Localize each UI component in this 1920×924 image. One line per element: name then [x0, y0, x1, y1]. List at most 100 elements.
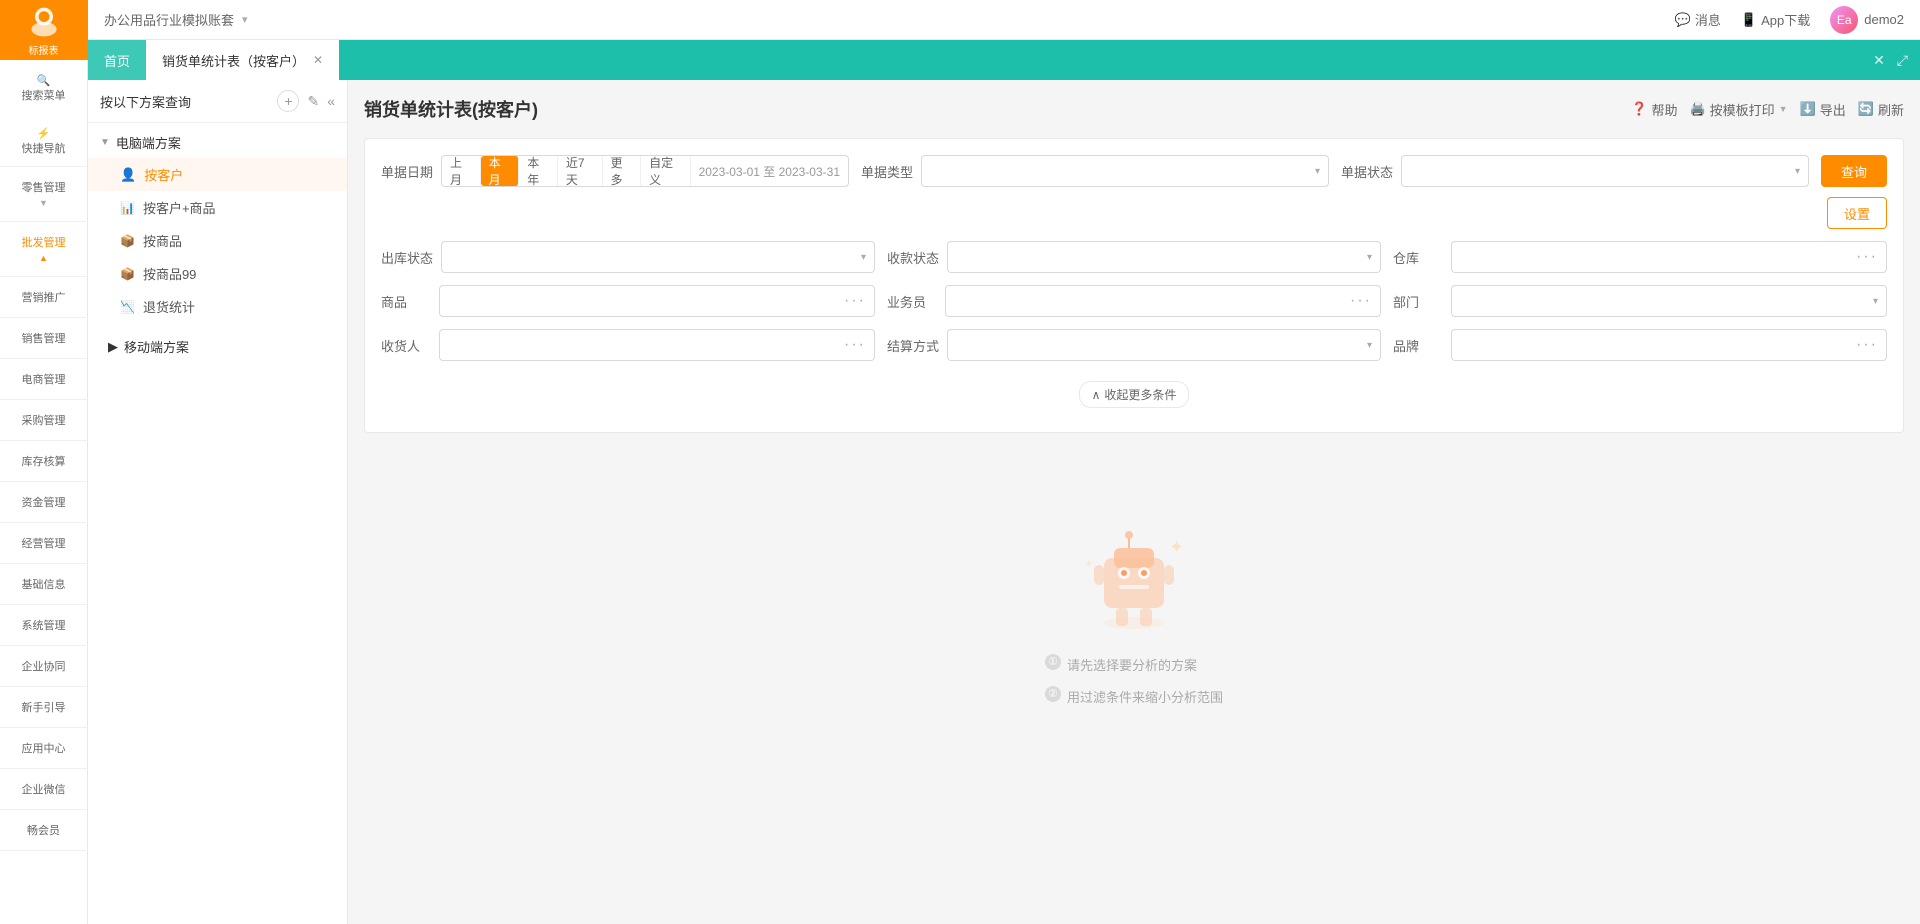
window-close-button[interactable]: ✕ [1873, 52, 1885, 69]
date-tab-custom[interactable]: 自定义 [641, 156, 690, 186]
scheme-item-by-customer[interactable]: 👤 按客户 [88, 158, 347, 191]
out-status-input[interactable]: ▾ [441, 241, 875, 273]
department-label: 部门 [1393, 292, 1443, 311]
sidebar-item-enterprise[interactable]: 企业协同 [0, 646, 88, 687]
refresh-button[interactable]: 🔄 刷新 [1858, 100, 1904, 119]
app-download-button[interactable]: 📱 App下载 [1741, 10, 1810, 29]
tab-home[interactable]: 首页 [88, 40, 146, 80]
date-tab-current-year[interactable]: 本年 [519, 156, 558, 186]
user-menu-button[interactable]: Ea demo2 [1830, 6, 1904, 34]
payment-method-chevron-icon: ▾ [1367, 340, 1372, 351]
sidebar-item-apps[interactable]: 应用中心 [0, 728, 88, 769]
tab-bar: 首页 销货单统计表（按客户） ✕ ✕ ⤢ [88, 40, 1920, 80]
query-button[interactable]: 查询 [1821, 155, 1887, 187]
tab-sales-report[interactable]: 销货单统计表（按客户） ✕ [146, 40, 339, 80]
warehouse-input[interactable]: ··· [1451, 241, 1887, 273]
date-tab-last-7[interactable]: 近7天 [558, 156, 603, 186]
scheme-group-mobile[interactable]: ▶ 移动端方案 [88, 331, 347, 362]
consignee-dots-icon: ··· [844, 336, 866, 354]
step-1-num: ① [1045, 654, 1061, 670]
warehouse-dots-icon: ··· [1856, 248, 1878, 266]
brand-input[interactable]: ··· [1451, 329, 1887, 361]
sidebar-item-system[interactable]: 系统管理 [0, 605, 88, 646]
product-99-icon: 📦 [120, 267, 135, 281]
message-button[interactable]: 💬 消息 [1675, 10, 1721, 29]
page-title-bar: 销货单统计表(按客户) ❓ 帮助 🖨️ 按模板打印 ▼ ⬇️ 导出 [364, 96, 1904, 122]
sidebar-item-marketing[interactable]: 营销推广 [0, 277, 88, 318]
print-icon: 🖨️ [1689, 101, 1705, 117]
logo[interactable]: 标报表 [0, 0, 88, 60]
sidebar-item-finance[interactable]: 资金管理 [0, 482, 88, 523]
template-print-button[interactable]: 🖨️ 按模板打印 ▼ [1689, 100, 1787, 119]
help-button[interactable]: ❓ 帮助 [1631, 100, 1677, 119]
sidebar-item-purchase[interactable]: 采购管理 [0, 400, 88, 441]
scheme-group-desktop[interactable]: ▼ 电脑端方案 [88, 127, 347, 158]
breadcrumb-text[interactable]: 办公用品行业模拟账套 [104, 10, 234, 29]
edit-scheme-button[interactable]: ✎ [307, 93, 319, 110]
left-panel-actions: + ✎ « [277, 90, 335, 112]
scheme-item-by-product-99[interactable]: 📦 按商品99 [88, 257, 347, 290]
out-status-filter-item: 出库状态 ▾ [381, 241, 875, 273]
out-status-label: 出库状态 [381, 248, 433, 267]
empty-state: ✦ ✦ ① 请先选择要分析的方案 ② 用过滤条件来缩小分析范围 [364, 433, 1904, 797]
add-scheme-button[interactable]: + [277, 90, 299, 112]
consignee-input[interactable]: ··· [439, 329, 875, 361]
payment-method-filter-item: 结算方式 ▾ [887, 329, 1381, 361]
date-tab-last-month[interactable]: 上月 [442, 156, 481, 186]
page-title-actions: ❓ 帮助 🖨️ 按模板打印 ▼ ⬇️ 导出 🔄 刷新 [1631, 100, 1904, 119]
header-right: 💬 消息 📱 App下载 Ea demo2 [1675, 6, 1904, 34]
warehouse-filter-item: 仓库 ··· [1393, 241, 1887, 273]
sidebar-item-quicknav[interactable]: ⚡ 快捷导航 [0, 117, 88, 167]
scheme-item-return-stats[interactable]: 📉 退货统计 [88, 290, 347, 323]
main-area: 办公用品行业模拟账套 ▾ 💬 消息 📱 App下载 Ea demo2 首页 [88, 0, 1920, 924]
scheme-item-by-product[interactable]: 📦 按商品 [88, 224, 347, 257]
brand-label: 品牌 [1393, 336, 1443, 355]
scheme-item-by-customer-product[interactable]: 📊 按客户+商品 [88, 191, 347, 224]
left-panel: 按以下方案查询 + ✎ « ▼ 电脑端方案 👤 按客户 📊 [88, 80, 348, 924]
sidebar-item-wechat[interactable]: 企业微信 [0, 769, 88, 810]
product-label: 商品 [381, 292, 431, 311]
product-input[interactable]: ··· [439, 285, 875, 317]
sidebar-item-inventory[interactable]: 库存核算 [0, 441, 88, 482]
sidebar-item-wholesale[interactable]: 批发管理 ▲ [0, 222, 88, 277]
filter-area: 单据日期 上月 本月 本年 近7天 更多 自定义 2023-03-01 至 20… [364, 138, 1904, 433]
refresh-icon: 🔄 [1858, 101, 1874, 117]
sidebar-item-member[interactable]: 畅会员 [0, 810, 88, 851]
sidebar-item-operation[interactable]: 经营管理 [0, 523, 88, 564]
doc-type-input[interactable]: ▾ [921, 155, 1329, 187]
sidebar-item-basic[interactable]: 基础信息 [0, 564, 88, 605]
scheme-section-mobile: ▶ 移动端方案 [88, 327, 347, 366]
department-input[interactable]: ▾ [1451, 285, 1887, 317]
receipt-status-input[interactable]: ▾ [947, 241, 1381, 273]
setting-button[interactable]: 设置 [1827, 197, 1887, 229]
salesperson-input[interactable]: ··· [945, 285, 1381, 317]
date-tab-more[interactable]: 更多 [603, 156, 642, 186]
date-filter[interactable]: 上月 本月 本年 近7天 更多 自定义 2023-03-01 至 2023-03… [441, 155, 849, 187]
tab-home-label: 首页 [104, 51, 130, 70]
product-dots-icon: ··· [844, 292, 866, 310]
doc-status-input[interactable]: ▾ [1401, 155, 1809, 187]
receipt-status-label: 收款状态 [887, 248, 939, 267]
return-stats-icon: 📉 [120, 300, 135, 314]
export-button[interactable]: ⬇️ 导出 [1800, 100, 1846, 119]
sidebar-item-sales[interactable]: 销售管理 [0, 318, 88, 359]
left-panel-title: 按以下方案查询 [100, 92, 191, 111]
warehouse-label: 仓库 [1393, 248, 1443, 267]
export-icon: ⬇️ [1800, 101, 1816, 117]
department-chevron-icon: ▾ [1873, 296, 1878, 307]
sidebar-item-newbie[interactable]: 新手引导 [0, 687, 88, 728]
collapse-up-icon: ∧ [1092, 388, 1101, 402]
sidebar-item-ecommerce[interactable]: 电商管理 [0, 359, 88, 400]
sidebar-item-retail[interactable]: 零售管理 ▼ [0, 167, 88, 222]
date-tab-current-month[interactable]: 本月 [481, 156, 520, 186]
breadcrumb-arrow-icon[interactable]: ▾ [242, 13, 248, 26]
tab-close-icon[interactable]: ✕ [313, 53, 323, 67]
sidebar-item-search[interactable]: 🔍 搜索菜单 [0, 60, 88, 117]
window-maximize-button[interactable]: ⤢ [1897, 52, 1908, 69]
scheme-item-label: 按客户+商品 [143, 198, 216, 217]
collapse-button[interactable]: ∧ 收起更多条件 [1079, 381, 1190, 408]
collapse-panel-button[interactable]: « [327, 93, 335, 109]
download-icon: 📱 [1741, 12, 1757, 28]
payment-method-input[interactable]: ▾ [947, 329, 1381, 361]
date-tabs: 上月 本月 本年 近7天 更多 自定义 2023-03-01 至 2023-03… [442, 156, 848, 186]
